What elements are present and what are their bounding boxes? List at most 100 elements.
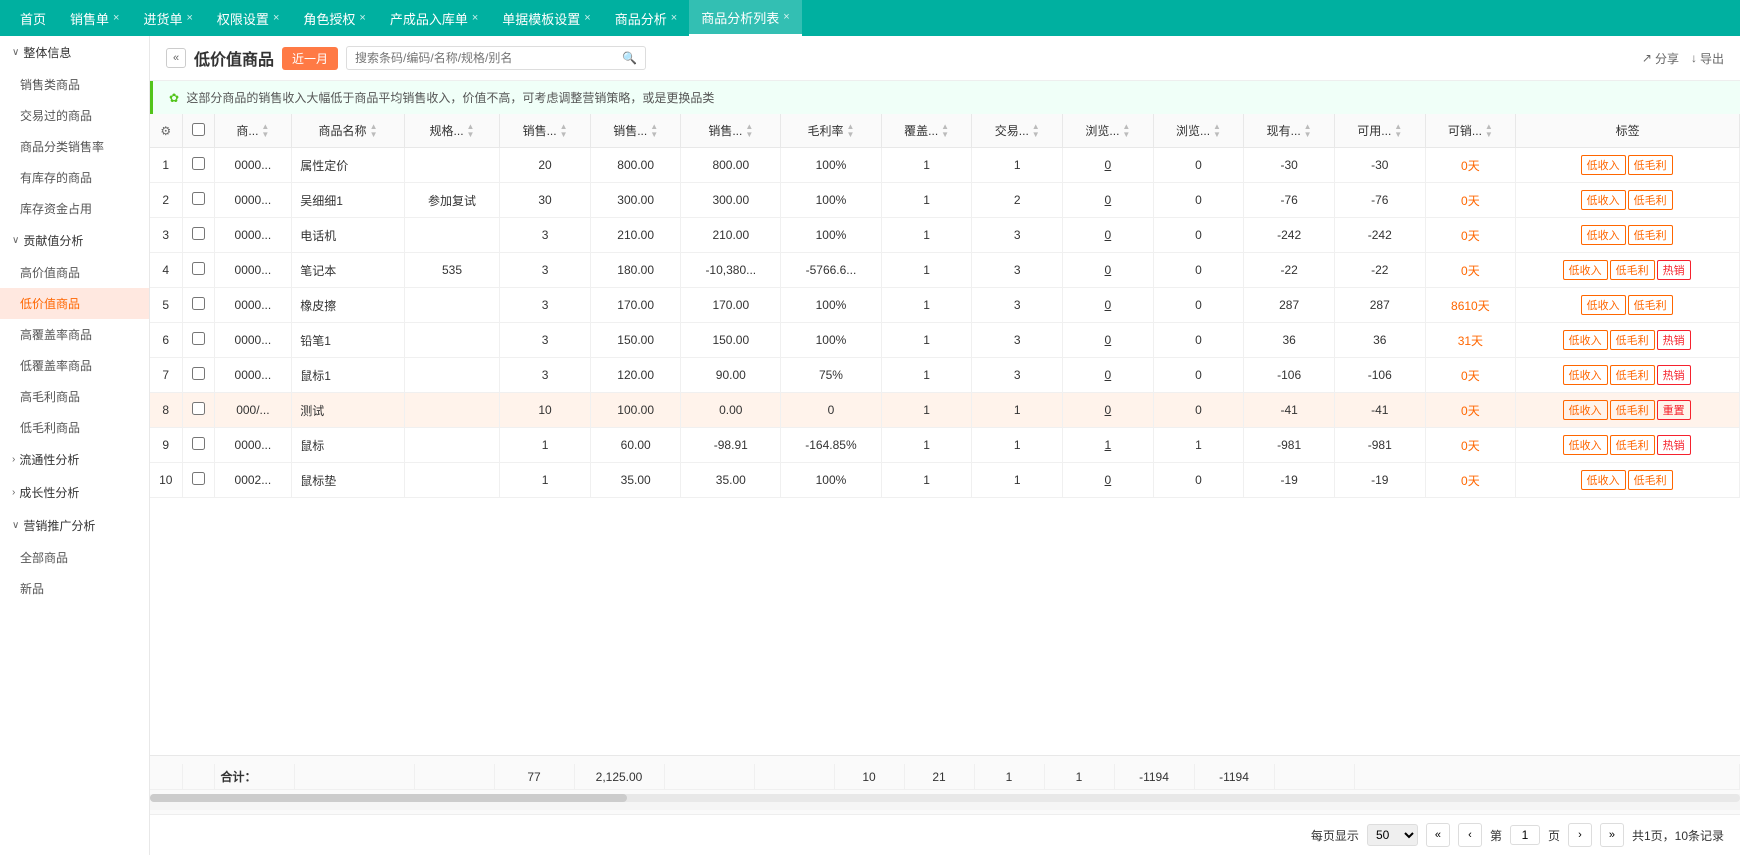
row-checkbox-cell[interactable] (182, 358, 214, 393)
close-icon[interactable]: × (671, 12, 677, 24)
nav-role-auth[interactable]: 角色授权 × (291, 0, 377, 36)
row-checkbox[interactable] (192, 227, 205, 240)
row-sales-price: 180.00 (590, 253, 681, 288)
sidebar-item-stock-funds[interactable]: 库存资金占用 (0, 193, 149, 224)
row-tags: 低收入低毛利 (1516, 463, 1740, 498)
row-checkbox[interactable] (192, 437, 205, 450)
row-name[interactable]: 铅笔1 (292, 323, 405, 358)
row-available-stock: 287 (1334, 288, 1425, 323)
row-name[interactable]: 笔记本 (292, 253, 405, 288)
close-icon[interactable]: × (584, 12, 590, 24)
close-icon[interactable]: × (113, 12, 119, 24)
row-checkbox-cell[interactable] (182, 253, 214, 288)
row-checkbox-cell[interactable] (182, 323, 214, 358)
row-sales-amount: -10,380... (681, 253, 781, 288)
sidebar-item-category-sales-rate[interactable]: 商品分类销售率 (0, 131, 149, 162)
row-name[interactable]: 吴细细1 (292, 183, 405, 218)
nav-purchase-order[interactable]: 进货单 × (131, 0, 204, 36)
content-area: « 低价值商品 近一月 🔍 ↗ 分享 ↓ 导出 (150, 36, 1740, 855)
row-checkbox[interactable] (192, 192, 205, 205)
row-name[interactable]: 鼠标 (292, 428, 405, 463)
row-coverage: 1 (881, 358, 972, 393)
sidebar-group-liquidity[interactable]: › 流通性分析 (0, 443, 149, 476)
sidebar-item-low-coverage[interactable]: 低覆盖率商品 (0, 350, 149, 381)
first-page-button[interactable]: « (1426, 823, 1450, 847)
row-browse1[interactable]: 0 (1063, 218, 1154, 253)
sidebar-item-low-value[interactable]: 低价值商品 (0, 288, 149, 319)
nav-product-stock[interactable]: 产成品入库单 × (378, 0, 490, 36)
row-name[interactable]: 鼠标垫 (292, 463, 405, 498)
sidebar-item-low-margin[interactable]: 低毛利商品 (0, 412, 149, 443)
row-name[interactable]: 橡皮擦 (292, 288, 405, 323)
nav-home[interactable]: 首页 (8, 0, 58, 36)
page-title: 低价值商品 (194, 46, 274, 70)
row-checkbox-cell[interactable] (182, 183, 214, 218)
search-icon[interactable]: 🔍 (622, 51, 637, 65)
row-browse1[interactable]: 0 (1063, 253, 1154, 288)
sidebar-group-marketing[interactable]: ∨ 营销推广分析 (0, 509, 149, 542)
sidebar-group-growth[interactable]: › 成长性分析 (0, 476, 149, 509)
filter-recent-month-button[interactable]: 近一月 (282, 47, 338, 70)
row-browse1[interactable]: 0 (1063, 323, 1154, 358)
close-icon[interactable]: × (186, 12, 192, 24)
close-icon[interactable]: × (472, 12, 478, 24)
sidebar-item-high-coverage[interactable]: 高覆盖率商品 (0, 319, 149, 350)
row-browse1[interactable]: 0 (1063, 358, 1154, 393)
sidebar-group-overall[interactable]: ∨ 整体信息 (0, 36, 149, 69)
row-browse1[interactable]: 0 (1063, 288, 1154, 323)
sidebar-item-high-value[interactable]: 高价值商品 (0, 257, 149, 288)
row-checkbox[interactable] (192, 367, 205, 380)
row-checkbox-cell[interactable] (182, 393, 214, 428)
row-sellable: 0天 (1425, 463, 1516, 498)
nav-sales-order[interactable]: 销售单 × (58, 0, 131, 36)
next-page-button[interactable]: › (1568, 823, 1592, 847)
sidebar-item-traded-products[interactable]: 交易过的商品 (0, 100, 149, 131)
row-checkbox[interactable] (192, 262, 205, 275)
row-checkbox-cell[interactable] (182, 148, 214, 183)
sidebar-item-stock-products[interactable]: 有库存的商品 (0, 162, 149, 193)
page-size-select[interactable]: 50 100 200 (1367, 824, 1418, 846)
row-sales-price: 800.00 (590, 148, 681, 183)
sidebar-item-all-products[interactable]: 全部商品 (0, 542, 149, 573)
close-icon[interactable]: × (359, 12, 365, 24)
scroll-thumb[interactable] (150, 794, 627, 802)
export-button[interactable]: ↓ 导出 (1691, 50, 1724, 67)
row-name[interactable]: 鼠标1 (292, 358, 405, 393)
nav-product-analysis-list[interactable]: 商品分析列表 × (689, 0, 801, 36)
row-browse1[interactable]: 1 (1063, 428, 1154, 463)
gear-icon[interactable]: ⚙ (160, 124, 171, 138)
sidebar-item-new-products[interactable]: 新品 (0, 573, 149, 604)
page-number-input[interactable] (1510, 825, 1540, 845)
row-name[interactable]: 电话机 (292, 218, 405, 253)
nav-product-analysis[interactable]: 商品分析 × (603, 0, 689, 36)
last-page-button[interactable]: » (1600, 823, 1624, 847)
row-browse1[interactable]: 0 (1063, 463, 1154, 498)
row-checkbox-cell[interactable] (182, 218, 214, 253)
sidebar-item-high-margin[interactable]: 高毛利商品 (0, 381, 149, 412)
sidebar-item-sales-products[interactable]: 销售类商品 (0, 69, 149, 100)
nav-permission[interactable]: 权限设置 × (205, 0, 291, 36)
row-checkbox-cell[interactable] (182, 288, 214, 323)
row-name[interactable]: 属性定价 (292, 148, 405, 183)
tag-label: 低收入 (1563, 365, 1608, 385)
nav-template[interactable]: 单据模板设置 × (490, 0, 602, 36)
row-checkbox[interactable] (192, 332, 205, 345)
collapse-sidebar-button[interactable]: « (166, 48, 186, 68)
prev-page-button[interactable]: ‹ (1458, 823, 1482, 847)
search-input[interactable] (355, 51, 618, 65)
row-browse1[interactable]: 0 (1063, 148, 1154, 183)
close-icon[interactable]: × (273, 12, 279, 24)
sidebar-group-contribution[interactable]: ∨ 贡献值分析 (0, 224, 149, 257)
row-checkbox[interactable] (192, 472, 205, 485)
row-checkbox[interactable] (192, 402, 205, 415)
share-button[interactable]: ↗ 分享 (1642, 50, 1679, 67)
row-checkbox-cell[interactable] (182, 463, 214, 498)
row-browse1[interactable]: 0 (1063, 393, 1154, 428)
row-checkbox-cell[interactable] (182, 428, 214, 463)
row-browse1[interactable]: 0 (1063, 183, 1154, 218)
select-all-checkbox[interactable] (192, 123, 205, 136)
row-checkbox[interactable] (192, 297, 205, 310)
close-icon[interactable]: × (783, 11, 789, 23)
row-checkbox[interactable] (192, 157, 205, 170)
row-name[interactable]: 测试 (292, 393, 405, 428)
